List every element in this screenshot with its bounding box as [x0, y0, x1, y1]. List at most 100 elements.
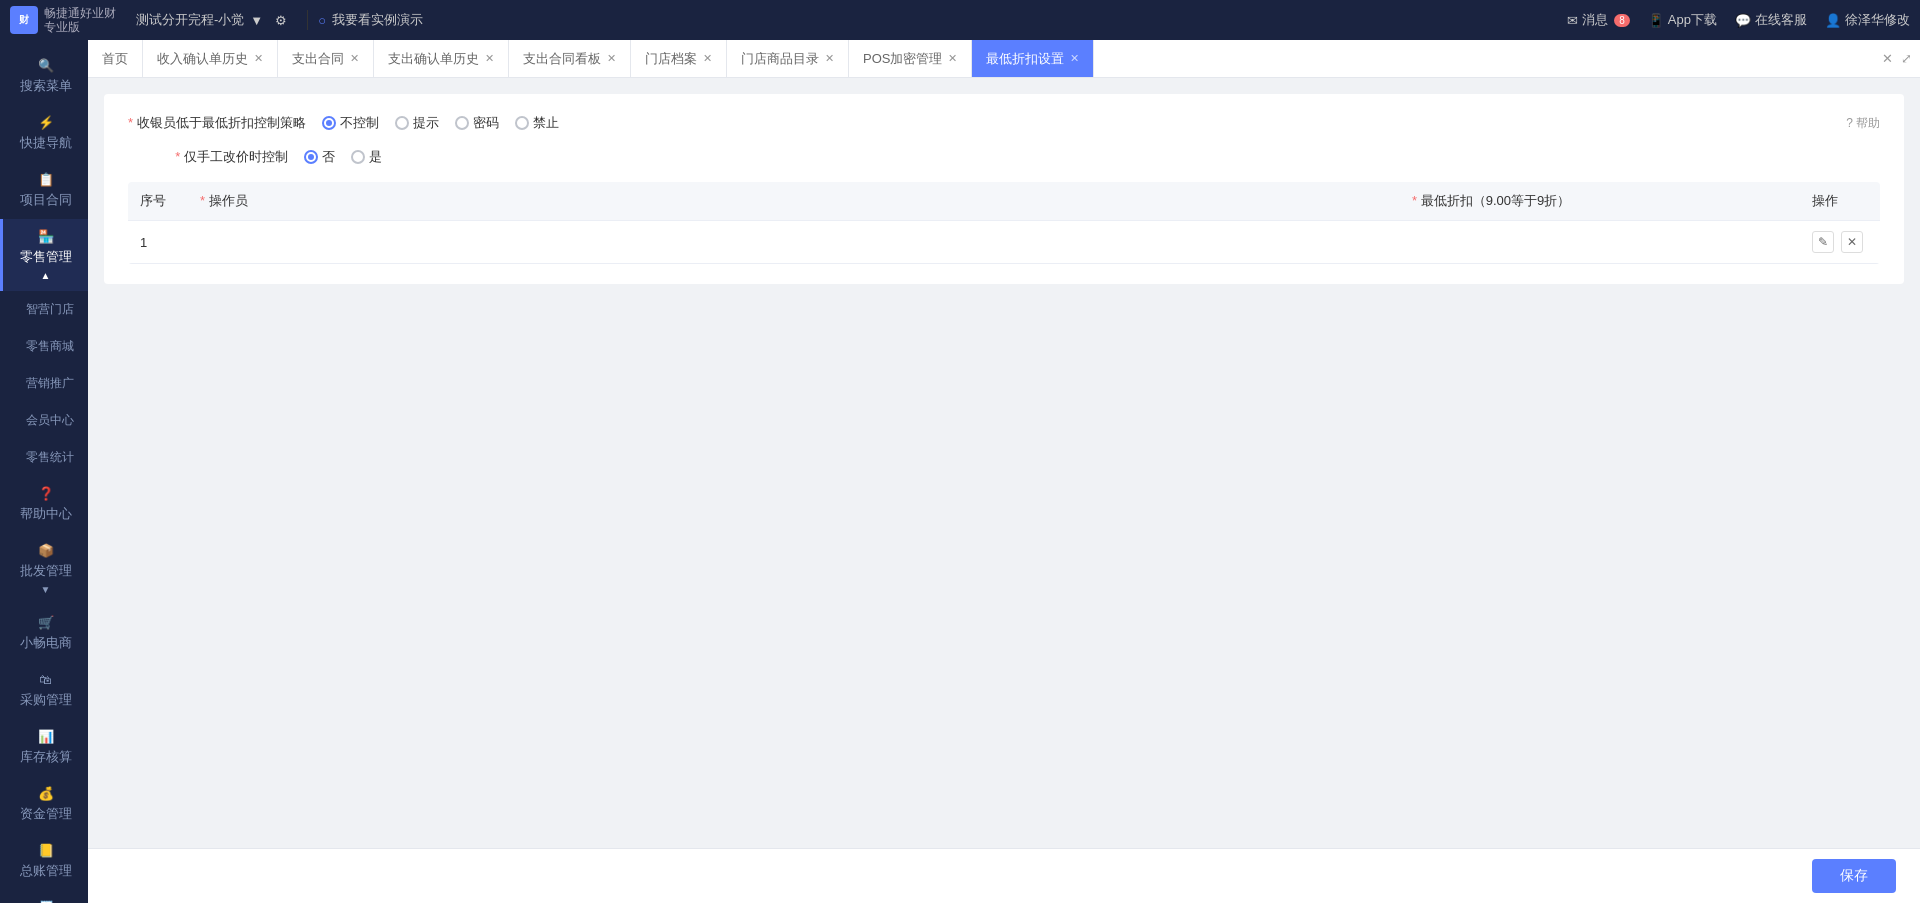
sidebar-item-label: 小畅电商: [20, 634, 72, 652]
ecommerce-icon: 🛒: [38, 615, 54, 630]
finance-icon: 💰: [38, 786, 54, 801]
project-selector[interactable]: 测试分开完程-小觉 ▼ ⚙: [136, 11, 287, 29]
sidebar-item-label: 批发管理: [20, 562, 72, 580]
sidebar-item-help-center[interactable]: ❓ 帮助中心: [0, 476, 88, 533]
sidebar-item-label: 库存核算: [20, 748, 72, 766]
sidebar-item-label: 零售统计: [26, 449, 74, 466]
table-header-row: 序号 操作员 最低折扣（9.00等于9折） 操作: [128, 182, 1880, 221]
sidebar-item-smart-store[interactable]: 智营门店: [0, 291, 88, 328]
sidebar-item-finance-manage[interactable]: 💰 资金管理: [0, 776, 88, 833]
message-button[interactable]: ✉ 消息 8: [1567, 11, 1630, 29]
inventory-icon: 📊: [38, 729, 54, 744]
cell-seq: 1: [128, 221, 188, 264]
project-name: 测试分开完程-小觉: [136, 11, 244, 29]
project-dropdown-icon: ▼: [250, 13, 263, 28]
form-card: 收银员低于最低折扣控制策略 不控制 提示 密码: [104, 94, 1904, 284]
app-download-button[interactable]: 📱 App下载: [1648, 11, 1717, 29]
sidebar-item-ecommerce[interactable]: 🛒 小畅电商: [0, 605, 88, 662]
table-row: 1 ✎ ✕: [128, 221, 1880, 264]
tabs-expand-icon[interactable]: ⤢: [1901, 51, 1912, 66]
sidebar-item-retail-manage[interactable]: 🏪 零售管理 ▲: [0, 219, 88, 291]
sidebar-item-label: 会员中心: [26, 412, 74, 429]
contract-icon: 📋: [38, 172, 54, 187]
radio-no-control[interactable]: 不控制: [322, 114, 379, 132]
message-icon: ✉: [1567, 13, 1578, 28]
search-icon: 🔍: [38, 58, 54, 73]
sidebar-item-label: 帮助中心: [20, 505, 72, 523]
tab-close-store-archive[interactable]: ✕: [703, 52, 712, 65]
sidebar-item-inventory[interactable]: 📊 库存核算: [0, 719, 88, 776]
tab-close-min-discount[interactable]: ✕: [1070, 52, 1079, 65]
sidebar-item-label: 零售管理: [20, 248, 72, 266]
sidebar-item-member-center[interactable]: 会员中心: [0, 402, 88, 439]
radio-prompt[interactable]: 提示: [395, 114, 439, 132]
sidebar-item-label: 智营门店: [26, 301, 74, 318]
tabs-bar: 首页 收入确认单历史 ✕ 支出合同 ✕ 支出确认单历史 ✕ 支出合同看板 ✕ 门…: [88, 40, 1920, 78]
th-min-discount: 最低折扣（9.00等于9折）: [1400, 182, 1800, 221]
app-download-icon: 📱: [1648, 13, 1664, 28]
sidebar-item-invoice-manage[interactable]: 🧾 发票管理: [0, 890, 88, 903]
delete-row-button[interactable]: ✕: [1841, 231, 1863, 253]
sidebar-item-retail-stats[interactable]: 零售统计: [0, 439, 88, 476]
edit-row-button[interactable]: ✎: [1812, 231, 1834, 253]
settings-icon[interactable]: ⚙: [275, 13, 287, 28]
tab-close-payment-confirm[interactable]: ✕: [485, 52, 494, 65]
sidebar-item-search[interactable]: 🔍 搜索菜单: [0, 48, 88, 105]
demo-link[interactable]: ○ 我要看实例演示: [318, 11, 423, 29]
sidebar-item-label: 营销推广: [26, 375, 74, 392]
tab-close-income-confirm[interactable]: ✕: [254, 52, 263, 65]
radio-circle-manual-yes: [351, 150, 365, 164]
save-button[interactable]: 保存: [1812, 859, 1896, 893]
data-table: 序号 操作员 最低折扣（9.00等于9折） 操作: [128, 182, 1880, 264]
cell-operator: [188, 221, 1400, 264]
radio-manual-no[interactable]: 否: [304, 148, 335, 166]
tab-pos-password[interactable]: POS加密管理 ✕: [849, 40, 972, 78]
sidebar-item-wholesale-manage[interactable]: 📦 批发管理 ▼: [0, 533, 88, 605]
content-area: 首页 收入确认单历史 ✕ 支出合同 ✕ 支出确认单历史 ✕ 支出合同看板 ✕ 门…: [88, 40, 1920, 903]
sidebar-item-purchase-manage[interactable]: 🛍 采购管理: [0, 662, 88, 719]
sidebar-item-quick-nav[interactable]: ⚡ 快捷导航: [0, 105, 88, 162]
tab-payment-contract[interactable]: 支出合同 ✕: [278, 40, 374, 78]
tab-store-archive[interactable]: 门店档案 ✕: [631, 40, 727, 78]
sidebar-item-general-ledger[interactable]: 📒 总账管理: [0, 833, 88, 890]
tabs-close-all-icon[interactable]: ✕: [1882, 51, 1893, 66]
cell-action: ✎ ✕: [1800, 221, 1880, 264]
tab-min-discount[interactable]: 最低折扣设置 ✕: [972, 40, 1094, 78]
manual-price-row: 仅手工改价时控制 否 是: [128, 148, 1880, 166]
wholesale-icon: 📦: [38, 543, 54, 558]
tab-store-products[interactable]: 门店商品目录 ✕: [727, 40, 849, 78]
tab-close-payment-board[interactable]: ✕: [607, 52, 616, 65]
tab-income-confirm[interactable]: 收入确认单历史 ✕: [143, 40, 278, 78]
sidebar: 🔍 搜索菜单 ⚡ 快捷导航 📋 项目合同 🏪 零售管理 ▲ 智营门店 零售商城 …: [0, 40, 88, 903]
cell-min-discount: [1400, 221, 1800, 264]
tab-close-store-products[interactable]: ✕: [825, 52, 834, 65]
sidebar-item-retail-mall[interactable]: 零售商城: [0, 328, 88, 365]
help-link[interactable]: ? 帮助: [1846, 115, 1880, 132]
collapse-icon: ▲: [41, 270, 51, 281]
control-policy-label: 收银员低于最低折扣控制策略: [128, 114, 306, 132]
tab-payment-board[interactable]: 支出合同看板 ✕: [509, 40, 631, 78]
radio-forbid[interactable]: 禁止: [515, 114, 559, 132]
user-menu-button[interactable]: 👤 徐泽华修改: [1825, 11, 1910, 29]
sidebar-item-project-contract[interactable]: 📋 项目合同: [0, 162, 88, 219]
radio-circle-manual-no: [304, 150, 318, 164]
radio-manual-yes[interactable]: 是: [351, 148, 382, 166]
tab-close-payment-contract[interactable]: ✕: [350, 52, 359, 65]
sidebar-item-marketing[interactable]: 营销推广: [0, 365, 88, 402]
radio-password[interactable]: 密码: [455, 114, 499, 132]
radio-circle-forbid: [515, 116, 529, 130]
bottom-bar: 保存: [88, 848, 1920, 903]
tab-close-pos-password[interactable]: ✕: [948, 52, 957, 65]
radio-circle-password: [455, 116, 469, 130]
online-service-button[interactable]: 💬 在线客服: [1735, 11, 1807, 29]
main-layout: 🔍 搜索菜单 ⚡ 快捷导航 📋 项目合同 🏪 零售管理 ▲ 智营门店 零售商城 …: [0, 40, 1920, 903]
sidebar-item-label: 资金管理: [20, 805, 72, 823]
radio-circle-no-control: [322, 116, 336, 130]
ledger-icon: 📒: [38, 843, 54, 858]
user-avatar-icon: 👤: [1825, 13, 1841, 28]
page-content: 收银员低于最低折扣控制策略 不控制 提示 密码: [88, 78, 1920, 848]
tab-home[interactable]: 首页: [88, 40, 143, 78]
sidebar-item-label: 快捷导航: [20, 134, 72, 152]
logo-text: 畅捷通好业财 专业版: [44, 6, 116, 35]
tab-payment-confirm[interactable]: 支出确认单历史 ✕: [374, 40, 509, 78]
